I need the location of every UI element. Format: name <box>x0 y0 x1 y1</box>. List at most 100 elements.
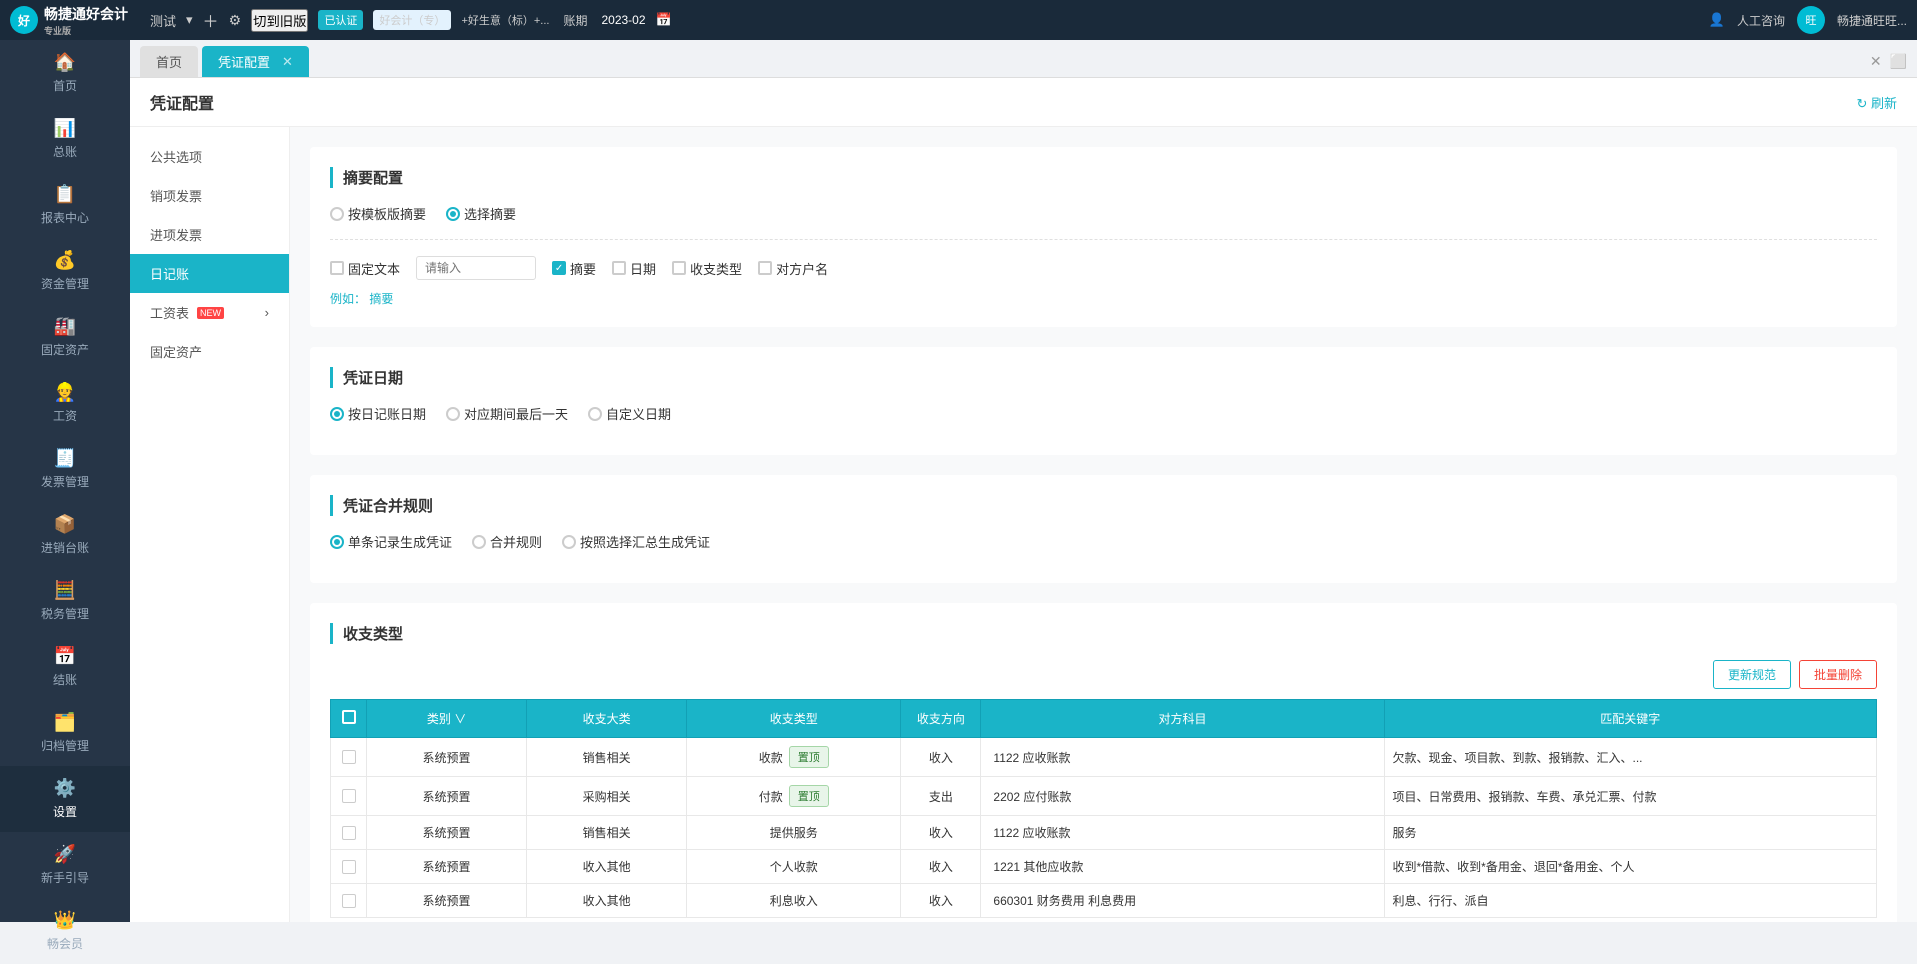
logo-text-group: 畅捷通好会计 专业版 <box>44 4 128 37</box>
row4-checkbox[interactable] <box>331 850 367 884</box>
row2-major: 采购相关 <box>527 777 687 816</box>
nav-item-fixed-assets[interactable]: 固定资产 <box>130 332 289 371</box>
content-area: 首页 凭证配置 ✕ ✕ ⬜ 凭证配置 ↻ 刷新 <box>130 40 1917 922</box>
page-header: 凭证配置 ↻ 刷新 <box>130 78 1917 127</box>
row2-top-badge[interactable]: 置顶 <box>789 785 829 807</box>
funds-icon: 💰 <box>54 250 76 271</box>
ledger-icon: 📊 <box>54 118 76 139</box>
sidebar-item-settings[interactable]: ⚙️ 设置 <box>0 766 130 832</box>
row2-checkbox[interactable] <box>331 777 367 816</box>
nav-item-journal[interactable]: 日记账 <box>130 254 289 293</box>
radio-merge-rule[interactable]: 合并规则 <box>472 532 542 551</box>
radio-single-record[interactable]: 单条记录生成凭证 <box>330 532 452 551</box>
col-checkbox[interactable] <box>331 700 367 738</box>
row5-major: 收入其他 <box>527 884 687 918</box>
sidebar-item-salary[interactable]: 👷 工资 <box>0 370 130 436</box>
sidebar-item-funds[interactable]: 💰 资金管理 <box>0 238 130 304</box>
row1-category: 系统预置 <box>367 738 527 777</box>
sidebar-item-guide[interactable]: 🚀 新手引导 <box>0 832 130 898</box>
checkbox-income-type[interactable]: 收支类型 <box>672 259 742 278</box>
checkbox-fixed-text[interactable]: 固定文本 <box>330 259 400 278</box>
row4-type: 个人收款 <box>687 850 901 884</box>
row4-category: 系统预置 <box>367 850 527 884</box>
settings-icon[interactable]: ⚙ <box>229 12 242 29</box>
switch-version-button[interactable]: 切到旧版 <box>251 9 308 32</box>
assets-icon: 🏭 <box>54 316 76 337</box>
radio-select-summary[interactable]: 选择摘要 <box>446 204 516 223</box>
sidebar-item-archive[interactable]: 🗂️ 归档管理 <box>0 700 130 766</box>
sidebar-item-ledger[interactable]: 📊 总账 <box>0 106 130 172</box>
radio-circle-custom <box>588 407 602 421</box>
checkbox-counterpart[interactable]: 对方户名 <box>758 259 828 278</box>
nav-item-payroll[interactable]: 工资表 NEW › <box>130 293 289 332</box>
checkbox-summary[interactable]: 摘要 <box>552 259 596 278</box>
sidebar-item-assets[interactable]: 🏭 固定资产 <box>0 304 130 370</box>
salary-icon: 👷 <box>54 382 76 403</box>
archive-icon: 🗂️ <box>54 712 76 733</box>
radio-template-summary[interactable]: 按模板版摘要 <box>330 204 426 223</box>
dropdown-arrow-icon[interactable]: ▾ <box>186 12 193 28</box>
checkbox-date[interactable]: 日期 <box>612 259 656 278</box>
radio-period-last[interactable]: 对应期间最后一天 <box>446 404 568 423</box>
consult-label[interactable]: 人工咨询 <box>1737 12 1785 29</box>
sales-icon: 📦 <box>54 514 76 535</box>
radio-summary-gen[interactable]: 按照选择汇总生成凭证 <box>562 532 710 551</box>
sidebar-item-reports[interactable]: 📋 报表中心 <box>0 172 130 238</box>
sidebar-item-close[interactable]: 📅 结账 <box>0 634 130 700</box>
merge-rules-title: 凭证合并规则 <box>330 495 1877 516</box>
nav-item-public[interactable]: 公共选项 <box>130 137 289 176</box>
sidebar-item-tax[interactable]: 🧮 税务管理 <box>0 568 130 634</box>
user-avatar[interactable]: 旺 <box>1797 6 1825 34</box>
refresh-button[interactable]: ↻ 刷新 <box>1856 93 1897 112</box>
row1-type: 收款 置顶 <box>687 738 901 777</box>
radio-circle-period <box>446 407 460 421</box>
row1-keywords: 欠款、现金、项目款、到款、报销款、汇入、... <box>1384 738 1876 777</box>
col-category: 类别 ∨ <box>367 700 527 738</box>
income-expense-section: 收支类型 更新规范 批量删除 <box>310 603 1897 922</box>
period-label: 账期 <box>563 12 587 29</box>
window-maximize-icon[interactable]: ⬜ <box>1890 53 1907 70</box>
merge-rules-radio-group: 单条记录生成凭证 合并规则 按照选择汇总生成凭证 <box>330 532 1877 551</box>
row3-checkbox[interactable] <box>331 816 367 850</box>
calendar-icon[interactable]: 📅 <box>656 12 672 28</box>
row5-checkbox[interactable] <box>331 884 367 918</box>
col-type: 收支类型 <box>687 700 901 738</box>
summary-config-section: 摘要配置 按模板版摘要 选择摘要 <box>310 147 1897 327</box>
tab-bar: 首页 凭证配置 ✕ ✕ ⬜ <box>130 40 1917 78</box>
tab-close-icon[interactable]: ✕ <box>282 54 293 70</box>
tab-home[interactable]: 首页 <box>140 46 198 77</box>
row1-checkbox[interactable] <box>331 738 367 777</box>
select-all-checkbox[interactable] <box>342 710 356 724</box>
col-major: 收支大类 <box>527 700 687 738</box>
row5-category: 系统预置 <box>367 884 527 918</box>
sidebar-item-invoice[interactable]: 🧾 发票管理 <box>0 436 130 502</box>
summary-checkbox-group: 固定文本 摘要 日期 收支类型 <box>330 256 1877 280</box>
tab-voucher-config[interactable]: 凭证配置 ✕ <box>202 46 309 77</box>
batch-delete-button[interactable]: 批量删除 <box>1799 660 1877 689</box>
row3-category: 系统预置 <box>367 816 527 850</box>
nav-item-sales-invoice[interactable]: 销项发票 <box>130 176 289 215</box>
fixed-text-input[interactable] <box>416 256 536 280</box>
radio-circle-journal <box>330 407 344 421</box>
row3-major: 销售相关 <box>527 816 687 850</box>
row2-direction: 支出 <box>901 777 981 816</box>
merge-rules-section: 凭证合并规则 单条记录生成凭证 合并规则 按照选择汇总生成凭证 <box>310 475 1897 583</box>
sidebar-label-member: 畅会员 <box>47 935 83 952</box>
add-icon[interactable]: ＋ <box>203 8 219 32</box>
sidebar-item-member[interactable]: 👑 畅会员 <box>0 898 130 964</box>
radio-journal-date[interactable]: 按日记账日期 <box>330 404 426 423</box>
row5-subject: 660301 财务费用 利息费用 <box>981 884 1384 918</box>
sidebar-item-home[interactable]: 🏠 首页 <box>0 40 130 106</box>
sidebar-label-home: 首页 <box>53 77 77 94</box>
row1-top-badge[interactable]: 置顶 <box>789 746 829 768</box>
sidebar-item-sales[interactable]: 📦 进销台账 <box>0 502 130 568</box>
update-button[interactable]: 更新规范 <box>1713 660 1791 689</box>
guide-icon: 🚀 <box>54 844 76 865</box>
radio-custom-date[interactable]: 自定义日期 <box>588 404 671 423</box>
window-close-icon[interactable]: ✕ <box>1870 53 1882 70</box>
nav-item-purchase-invoice[interactable]: 进项发票 <box>130 215 289 254</box>
table-row: 系统预置 销售相关 收款 置顶 收入 112 <box>331 738 1877 777</box>
product-tag1: 好会计（专） <box>373 10 451 30</box>
row4-keywords: 收到*借款、收到*备用金、退回*备用金、个人 <box>1384 850 1876 884</box>
radio-circle-merge <box>472 535 486 549</box>
